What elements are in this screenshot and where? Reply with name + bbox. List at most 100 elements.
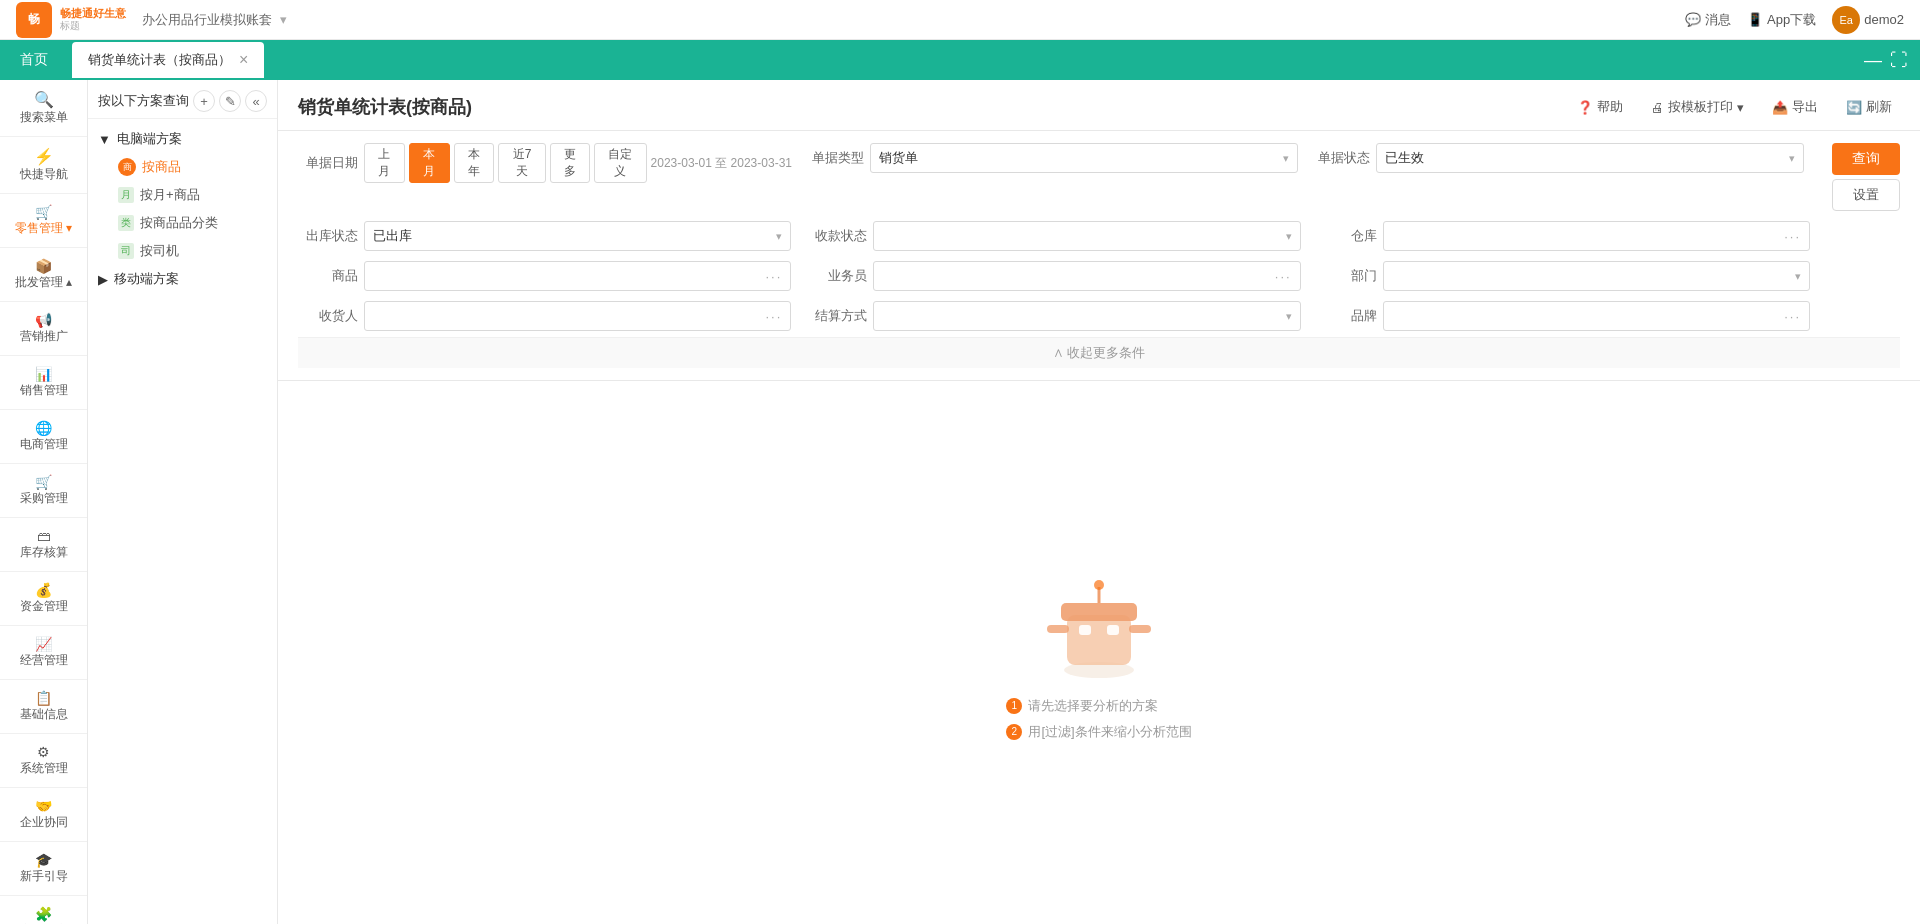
date-btn-this-month[interactable]: 本月 (409, 143, 450, 183)
action-buttons: 查询 设置 (1832, 143, 1900, 211)
app-icon: 📱 (1747, 12, 1763, 27)
tree-item-icon-month: 月 (118, 187, 134, 203)
message-btn[interactable]: 💬 消息 (1685, 11, 1731, 29)
sidebar-item-finance[interactable]: 💰 资金管理 (0, 572, 87, 626)
tree-group-pc-header[interactable]: ▼ 电脑端方案 (88, 125, 277, 153)
date-btn-more[interactable]: 更多 (550, 143, 591, 183)
svg-rect-3 (1079, 625, 1091, 635)
print-btn[interactable]: 🖨 按模板打印 ▾ (1643, 94, 1752, 120)
app-download-btn[interactable]: 📱 App下载 (1747, 11, 1816, 29)
setting-btn[interactable]: 设置 (1832, 179, 1900, 211)
sidebar: 🔍 搜索菜单 ⚡ 快捷导航 🛒 零售管理 ▾ 📦 批发管理 ▴ 📢 营销推广 📊… (0, 80, 88, 924)
tab-minimize-btn[interactable]: — (1864, 50, 1882, 71)
date-btn-last-month[interactable]: 上月 (364, 143, 405, 183)
app-logo: 畅 (16, 2, 52, 38)
tree-item-icon-driver: 司 (118, 243, 134, 259)
refresh-btn[interactable]: 🔄 刷新 (1838, 94, 1900, 120)
staff-input[interactable]: ··· (873, 261, 1300, 291)
sidebar-item-basic[interactable]: 📋 基础信息 (0, 680, 87, 734)
sidebar-item-retail[interactable]: 🛒 零售管理 ▾ (0, 194, 87, 248)
filter-area: 单据日期 上月 本月 本年 近7天 更多 自定义 2023-03-01 至 20… (278, 131, 1920, 381)
query-btn[interactable]: 查询 (1832, 143, 1900, 175)
out-status-label: 出库状态 (298, 227, 358, 245)
tab-active[interactable]: 销货单统计表（按商品） × (72, 42, 264, 78)
brand-input[interactable]: ··· (1383, 301, 1810, 331)
dropdown-icon[interactable]: ▾ (280, 12, 287, 27)
sidebar-item-marketing[interactable]: 📢 营销推广 (0, 302, 87, 356)
sidebar-item-search[interactable]: 🔍 搜索菜单 (0, 80, 87, 137)
sidebar-item-shortcuts[interactable]: ⚡ 快捷导航 (0, 137, 87, 194)
scheme-tree: ▼ 电脑端方案 商 按商品 月 按月+商品 类 按商品品分类 司 按司机 (88, 119, 277, 299)
tab-maximize-btn[interactable]: ⛶ (1890, 50, 1908, 71)
doc-type-arrow (1283, 152, 1289, 165)
sidebar-item-corp[interactable]: 🤝 企业协同 (0, 788, 87, 842)
settle-label: 结算方式 (807, 307, 867, 325)
warehouse-input[interactable]: ··· (1383, 221, 1810, 251)
tree-item-by-driver[interactable]: 司 按司机 (88, 237, 277, 265)
svg-rect-1 (1067, 615, 1131, 665)
main-layout: 🔍 搜索菜单 ⚡ 快捷导航 🛒 零售管理 ▾ 📦 批发管理 ▴ 📢 营销推广 📊… (0, 80, 1920, 924)
collapse-more-btn[interactable]: ∧ 收起更多条件 (298, 337, 1900, 368)
sidebar-item-ecom[interactable]: 🌐 电商管理 (0, 410, 87, 464)
sidebar-item-system[interactable]: ⚙ 系统管理 (0, 734, 87, 788)
settle-arrow (1286, 310, 1292, 323)
collect-status-select[interactable] (873, 221, 1300, 251)
receiver-label: 收货人 (298, 307, 358, 325)
page-header: 销货单统计表(按商品) ❓ 帮助 🖨 按模板打印 ▾ 📤 导出 🔄 刷新 (278, 80, 1920, 131)
scheme-add-btn[interactable]: + (193, 90, 215, 112)
empty-illustration (1039, 565, 1159, 685)
tree-item-by-category[interactable]: 类 按商品品分类 (88, 209, 277, 237)
help-btn[interactable]: ❓ 帮助 (1569, 94, 1631, 120)
warehouse-label: 仓库 (1317, 227, 1377, 245)
user-menu-btn[interactable]: Ea demo2 (1832, 6, 1904, 34)
tree-group-pc: ▼ 电脑端方案 商 按商品 月 按月+商品 类 按商品品分类 司 按司机 (88, 125, 277, 265)
refresh-icon: 🔄 (1846, 100, 1862, 115)
scheme-collapse-btn[interactable]: « (245, 90, 267, 112)
doc-type-select[interactable]: 销货单 (870, 143, 1298, 173)
svg-rect-6 (1129, 625, 1151, 633)
sidebar-item-apps[interactable]: 🧩 应用中心 (0, 896, 87, 924)
sidebar-item-newbie[interactable]: 🎓 新手引导 (0, 842, 87, 896)
doc-type-label: 单据类型 (804, 149, 864, 167)
receiver-input[interactable]: ··· (364, 301, 791, 331)
dept-select[interactable] (1383, 261, 1810, 291)
workspace-title: 办公用品行业模拟账套 (142, 11, 272, 29)
empty-hint-2: 2 用[过滤]条件来缩小分析范围 (1006, 723, 1191, 741)
dept-label: 部门 (1317, 267, 1377, 285)
tab-close-btn[interactable]: × (239, 51, 248, 69)
sidebar-item-ops[interactable]: 📈 经营管理 (0, 626, 87, 680)
brand-label: 品牌 (1317, 307, 1377, 325)
date-range-text: 2023-03-01 至 2023-03-31 (651, 155, 792, 172)
date-btn-this-year[interactable]: 本年 (454, 143, 495, 183)
content-area: 销货单统计表(按商品) ❓ 帮助 🖨 按模板打印 ▾ 📤 导出 🔄 刷新 (278, 80, 1920, 924)
date-btn-custom[interactable]: 自定义 (594, 143, 646, 183)
tree-item-by-month-goods[interactable]: 月 按月+商品 (88, 181, 277, 209)
goods-input[interactable]: ··· (364, 261, 791, 291)
export-btn[interactable]: 📤 导出 (1764, 94, 1826, 120)
sidebar-item-inventory[interactable]: 🗃 库存核算 (0, 518, 87, 572)
doc-status-select[interactable]: 已生效 (1376, 143, 1804, 173)
doc-status-arrow (1789, 152, 1795, 165)
scheme-panel-title: 按以下方案查询 (98, 92, 189, 110)
tree-group-label: 电脑端方案 (117, 130, 182, 148)
tree-expand-mobile-icon: ▶ (98, 272, 108, 287)
scheme-edit-btn[interactable]: ✎ (219, 90, 241, 112)
sidebar-item-sales[interactable]: 📊 销售管理 (0, 356, 87, 410)
app-name: 畅捷通好生意 (60, 7, 126, 20)
date-btn-7days[interactable]: 近7天 (498, 143, 545, 183)
tree-group-mobile-header[interactable]: ▶ 移动端方案 (88, 265, 277, 293)
sidebar-item-purchase[interactable]: 🛒 采购管理 (0, 464, 87, 518)
out-status-select[interactable]: 已出库 (364, 221, 791, 251)
empty-text: 1 请先选择要分析的方案 2 用[过滤]条件来缩小分析范围 (1006, 697, 1191, 741)
avatar: Ea (1832, 6, 1860, 34)
doc-status-label: 单据状态 (1310, 149, 1370, 167)
tree-item-by-goods[interactable]: 商 按商品 (88, 153, 277, 181)
goods-dots: ··· (765, 269, 782, 284)
settle-select[interactable] (873, 301, 1300, 331)
tree-group-mobile: ▶ 移动端方案 (88, 265, 277, 293)
print-icon: 🖨 (1651, 100, 1664, 115)
sidebar-item-wholesale[interactable]: 📦 批发管理 ▴ (0, 248, 87, 302)
collect-status-arrow (1286, 230, 1292, 243)
app-subtitle: 标题 (60, 20, 126, 32)
tab-home[interactable]: 首页 (0, 40, 68, 80)
